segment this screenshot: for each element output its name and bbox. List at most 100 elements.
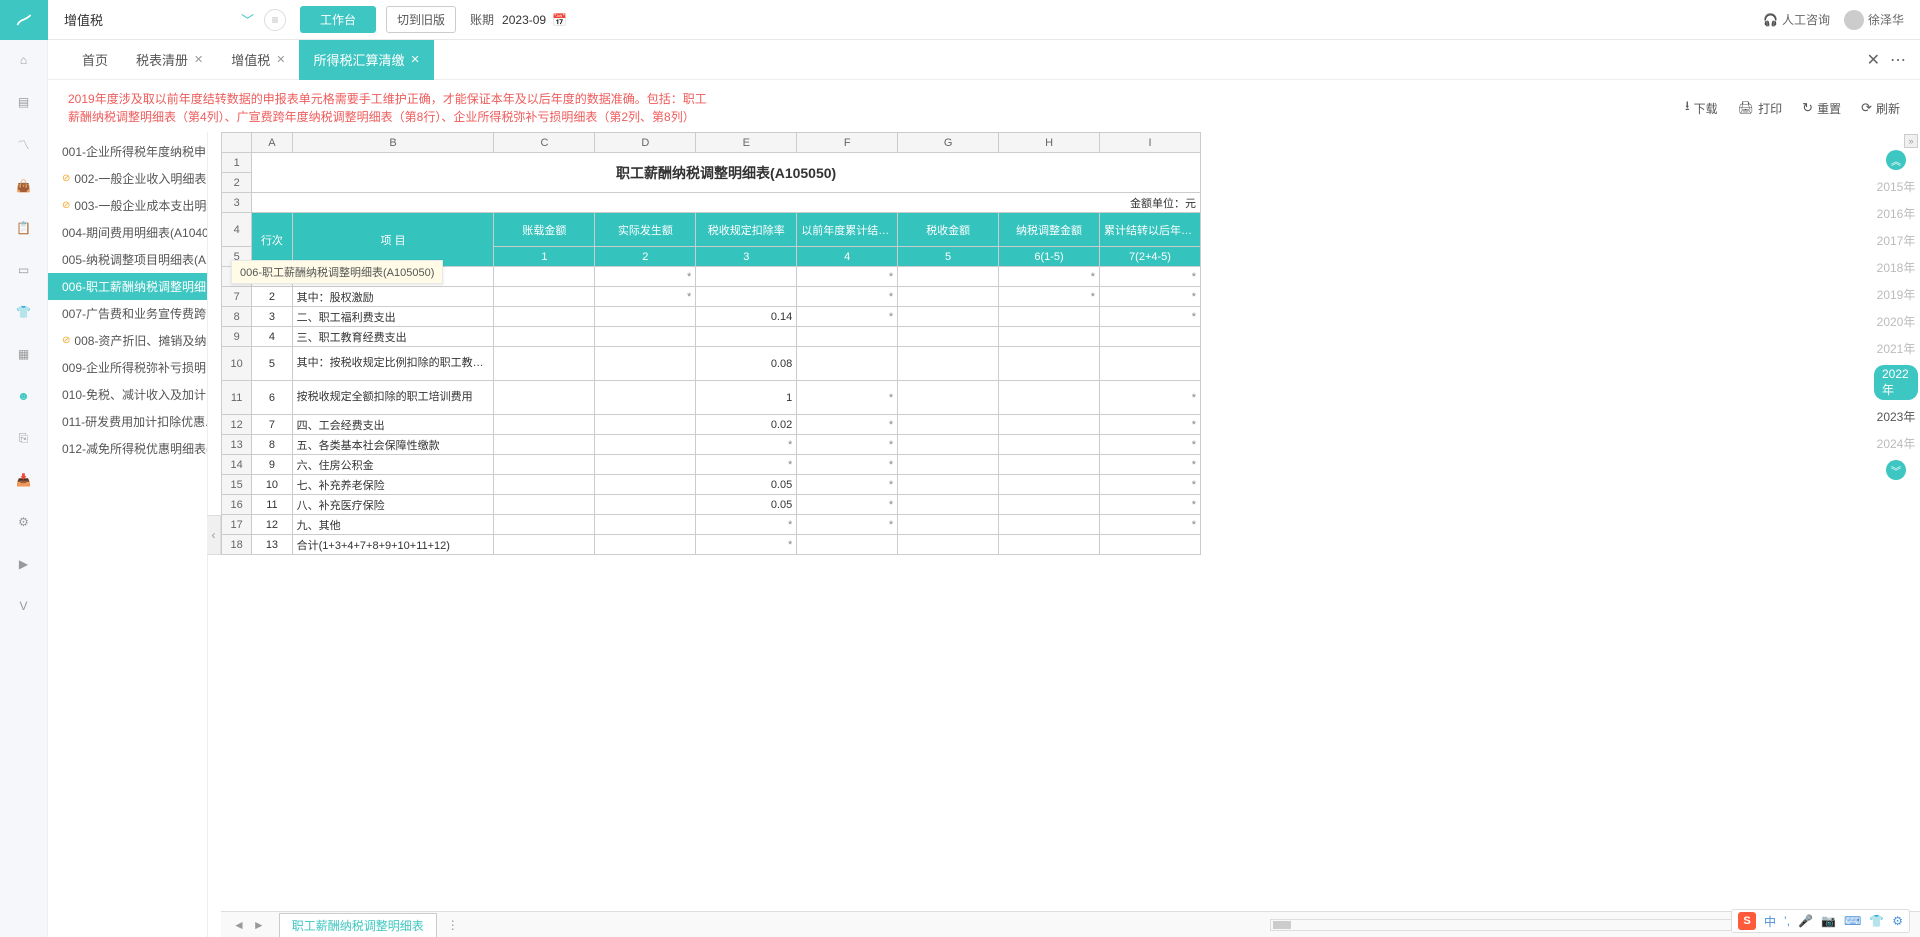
data-cell[interactable] xyxy=(999,535,1100,555)
data-cell[interactable]: * xyxy=(696,435,797,455)
data-cell[interactable] xyxy=(494,347,595,381)
video-icon[interactable]: ▶ xyxy=(14,554,34,574)
grid-icon[interactable]: ▦ xyxy=(14,344,34,364)
data-cell[interactable] xyxy=(898,495,999,515)
data-cell[interactable] xyxy=(797,347,898,381)
data-cell[interactable] xyxy=(898,415,999,435)
data-cell[interactable]: 0.05 xyxy=(696,475,797,495)
data-cell[interactable]: * xyxy=(1100,475,1201,495)
data-cell[interactable] xyxy=(595,307,696,327)
data-cell[interactable] xyxy=(898,535,999,555)
data-cell[interactable] xyxy=(999,515,1100,535)
data-cell[interactable]: * xyxy=(999,267,1100,287)
data-cell[interactable]: * xyxy=(1100,267,1201,287)
tab-income-tax[interactable]: 所得税汇算清缴✕ xyxy=(299,40,433,80)
row-number[interactable]: 8 xyxy=(252,435,292,455)
ime-item[interactable]: ⌨ xyxy=(1844,914,1861,928)
data-cell[interactable]: * xyxy=(1100,287,1201,307)
data-cell[interactable]: * xyxy=(595,287,696,307)
data-cell[interactable]: 其中：按税收规定比例扣除的职工教育经费 xyxy=(292,347,494,381)
year-item[interactable]: 2016年 xyxy=(1877,203,1916,224)
data-cell[interactable] xyxy=(999,381,1100,415)
ime-toolbar[interactable]: S 中 ’, 🎤 📷 ⌨ 👕 ⚙ xyxy=(1731,909,1910,933)
column-header[interactable]: C xyxy=(494,133,595,153)
data-cell[interactable]: 六、住房公积金 xyxy=(292,455,494,475)
data-cell[interactable]: * xyxy=(1100,381,1201,415)
round-icon-button[interactable]: ≡ xyxy=(264,9,286,31)
workbench-button[interactable]: 工作台 xyxy=(300,6,376,33)
data-cell[interactable]: * xyxy=(797,415,898,435)
data-cell[interactable] xyxy=(898,455,999,475)
tab-home[interactable]: 首页 xyxy=(68,40,122,80)
row-number[interactable]: 9 xyxy=(252,455,292,475)
form-list-item[interactable]: 001-企业所得税年度纳税申... xyxy=(48,138,207,165)
row-number[interactable]: 7 xyxy=(252,415,292,435)
column-header[interactable]: D xyxy=(595,133,696,153)
row-number[interactable]: 4 xyxy=(252,327,292,347)
ime-item[interactable]: ⚙ xyxy=(1892,914,1903,928)
data-cell[interactable]: 八、补充医疗保险 xyxy=(292,495,494,515)
data-cell[interactable] xyxy=(797,535,898,555)
switch-old-button[interactable]: 切到旧版 xyxy=(386,6,456,33)
form-list-item[interactable]: ⊘003-一般企业成本支出明细... xyxy=(48,192,207,219)
data-cell[interactable]: * xyxy=(797,267,898,287)
data-cell[interactable] xyxy=(494,327,595,347)
ime-item[interactable]: ’, xyxy=(1784,914,1790,928)
spreadsheet[interactable]: ABCDEFGHI1职工薪酬纳税调整明细表(A105050)23金额单位：元4行… xyxy=(221,132,1201,555)
data-cell[interactable]: * xyxy=(696,535,797,555)
bag-icon[interactable]: 👜 xyxy=(14,176,34,196)
column-header[interactable]: A xyxy=(252,133,292,153)
collapse-handle[interactable]: ‹ xyxy=(207,515,221,555)
data-cell[interactable] xyxy=(494,515,595,535)
v-icon[interactable]: V xyxy=(14,596,34,616)
ime-item[interactable]: 📷 xyxy=(1821,914,1836,928)
home-icon[interactable]: ⌂ xyxy=(14,50,34,70)
doc-icon[interactable]: ▤ xyxy=(14,92,34,112)
year-item[interactable]: 2023年 xyxy=(1877,406,1916,427)
data-cell[interactable]: 七、补充养老保险 xyxy=(292,475,494,495)
data-cell[interactable] xyxy=(898,347,999,381)
row-number[interactable]: 2 xyxy=(252,287,292,307)
year-item[interactable]: 2017年 xyxy=(1877,230,1916,251)
data-cell[interactable] xyxy=(494,535,595,555)
data-cell[interactable]: 四、工会经费支出 xyxy=(292,415,494,435)
close-all-icon[interactable]: ✕ xyxy=(1867,50,1880,70)
row-number[interactable]: 12 xyxy=(252,515,292,535)
year-item[interactable]: 2018年 xyxy=(1877,257,1916,278)
tab-tax-list[interactable]: 税表清册✕ xyxy=(122,40,217,80)
tab-vat[interactable]: 增值税✕ xyxy=(217,40,299,80)
data-cell[interactable] xyxy=(595,435,696,455)
form-list-item[interactable]: 007-广告费和业务宣传费跨... xyxy=(48,300,207,327)
download-button[interactable]: ⭳下载 xyxy=(1685,90,1718,126)
gear-icon[interactable]: ⚙ xyxy=(14,512,34,532)
data-cell[interactable] xyxy=(595,347,696,381)
row-number[interactable]: 13 xyxy=(252,535,292,555)
data-cell[interactable] xyxy=(999,475,1100,495)
data-cell[interactable]: * xyxy=(1100,455,1201,475)
row-number[interactable]: 11 xyxy=(252,495,292,515)
expand-icon[interactable]: » xyxy=(1904,134,1918,148)
app-logo[interactable] xyxy=(0,0,48,40)
consult-button[interactable]: 🎧人工咨询 xyxy=(1763,11,1830,28)
data-cell[interactable]: * xyxy=(797,515,898,535)
row-number[interactable]: 10 xyxy=(252,475,292,495)
data-cell[interactable] xyxy=(494,495,595,515)
more-icon[interactable]: ⋯ xyxy=(1890,50,1906,70)
data-cell[interactable] xyxy=(595,327,696,347)
year-item[interactable]: 2021年 xyxy=(1877,338,1916,359)
card-icon[interactable]: ▭ xyxy=(14,260,34,280)
row-number[interactable]: 6 xyxy=(252,381,292,415)
data-cell[interactable] xyxy=(494,267,595,287)
form-list-item[interactable]: 010-免税、减计收入及加计... xyxy=(48,381,207,408)
data-cell[interactable] xyxy=(494,475,595,495)
year-item[interactable]: 2020年 xyxy=(1877,311,1916,332)
column-header[interactable]: F xyxy=(797,133,898,153)
ime-item[interactable]: 👕 xyxy=(1869,914,1884,928)
form-list-item[interactable]: ⊘002-一般企业收入明细表(A... xyxy=(48,165,207,192)
data-cell[interactable] xyxy=(898,515,999,535)
data-cell[interactable] xyxy=(999,435,1100,455)
data-cell[interactable]: * xyxy=(999,287,1100,307)
clipboard-icon[interactable]: 📋 xyxy=(14,218,34,238)
data-cell[interactable]: * xyxy=(1100,515,1201,535)
data-cell[interactable]: * xyxy=(1100,415,1201,435)
